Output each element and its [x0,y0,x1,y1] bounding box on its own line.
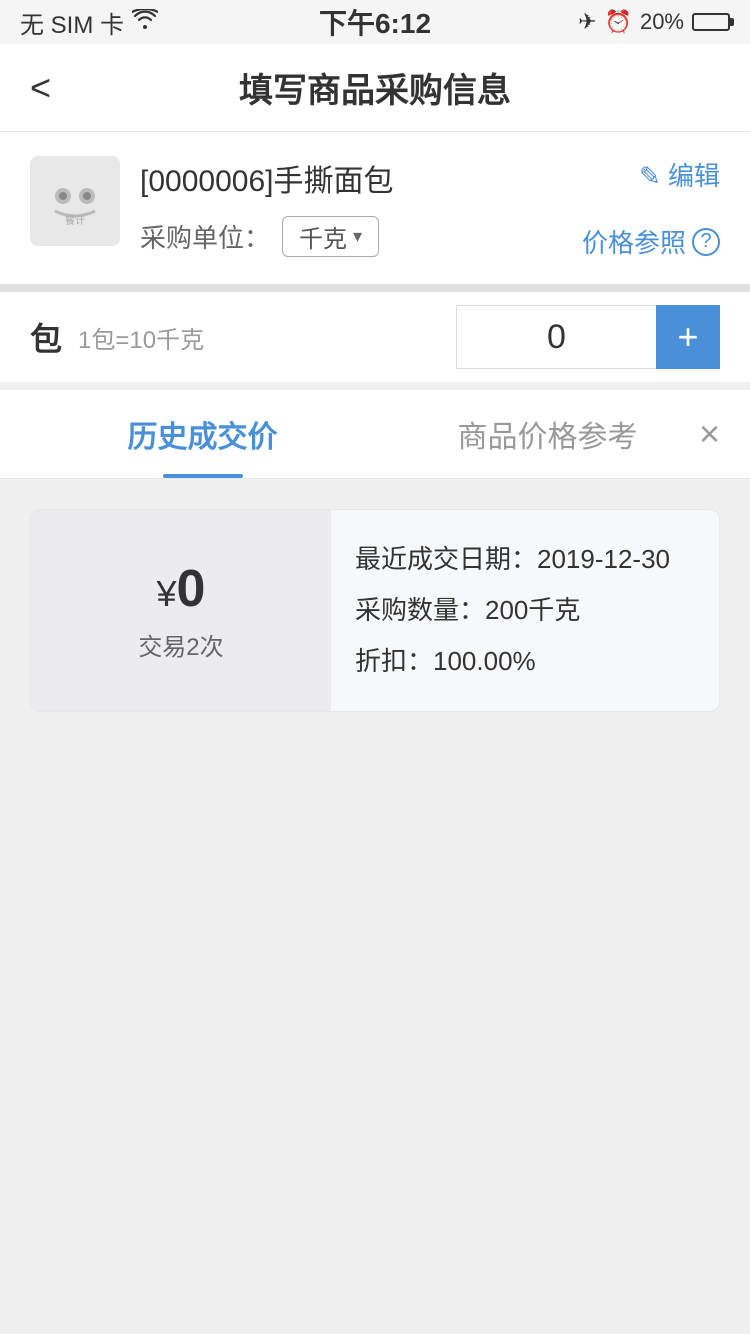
trade-date-value: 2019-12-30 [537,544,670,574]
svg-text:餐计: 餐计 [65,214,85,226]
unit-select[interactable]: 千克 ▾ [282,216,379,257]
product-left: 餐计 [0000006]手撕面包 采购单位： 千克 ▾ [30,156,393,257]
discount-label: 折扣： [355,646,433,676]
purchase-quantity-label: 采购数量： [355,595,485,625]
quantity-row: 包 1包=10千克 + [0,292,750,382]
tabs-section: 历史成交价 商品价格参考 × [0,390,750,479]
product-name: [0000006]手撕面包 [140,156,393,200]
product-header: 餐计 [0000006]手撕面包 采购单位： 千克 ▾ ✎ 编辑 [30,156,720,260]
history-details-section: 最近成交日期：2019-12-30 采购数量：200千克 折扣：100.00% [331,510,719,711]
purchase-quantity-value: 200千克 [485,595,580,625]
purchase-unit-label: 采购单位： [140,218,270,255]
carrier-text: 无 SIM 卡 [20,5,124,40]
trade-date-label: 最近成交日期： [355,544,537,574]
discount-value: 100.00% [433,646,536,676]
main-content: 历史成交价 商品价格参考 × ¥0 交易2次 最近成交日期：2019-12-30… [0,390,750,1190]
product-info: [0000006]手撕面包 采购单位： 千克 ▾ [140,156,393,257]
quantity-unit-label: 包 [30,314,62,360]
product-unit-row: 采购单位： 千克 ▾ [140,216,393,257]
history-card: ¥0 交易2次 最近成交日期：2019-12-30 采购数量：200千克 折扣：… [30,509,720,712]
price-reference-button[interactable]: 价格参照 ? [582,223,720,260]
quantity-controls: + [456,305,720,369]
tab-close-button[interactable]: × [699,413,720,455]
discount-row: 折扣：100.00% [355,642,695,681]
edit-icon: ✎ [639,161,661,191]
product-thumbnail: 餐计 [30,156,120,246]
product-card: 餐计 [0000006]手撕面包 采购单位： 千克 ▾ ✎ 编辑 [0,132,750,284]
help-icon: ? [692,228,720,256]
wifi-icon [132,8,158,36]
page-title: 填写商品采购信息 [239,63,511,112]
section-divider [0,284,750,292]
status-time: 下午6:12 [319,2,431,42]
battery-icon [692,13,730,31]
quantity-input[interactable] [456,305,656,369]
status-left: 无 SIM 卡 [20,5,158,40]
status-bar: 无 SIM 卡 下午6:12 ✈ ⏰ 20% [0,0,750,44]
tab-price-reference[interactable]: 商品价格参考 [375,390,720,478]
tab-history-price[interactable]: 历史成交价 [30,390,375,478]
location-icon: ✈ [578,9,596,35]
tab-active-indicator [163,474,243,478]
status-right: ✈ ⏰ 20% [578,9,730,35]
quantity-plus-button[interactable]: + [656,305,720,369]
trade-count: 交易2次 [138,627,223,662]
dropdown-arrow: ▾ [353,226,362,247]
history-price-section: ¥0 交易2次 [31,510,331,711]
alarm-icon: ⏰ [605,9,632,35]
quantity-left: 包 1包=10千克 [30,314,204,360]
tabs-row: 历史成交价 商品价格参考 × [0,390,750,478]
purchase-quantity-row: 采购数量：200千克 [355,591,695,630]
back-button[interactable]: < [30,67,51,109]
trade-date-row: 最近成交日期：2019-12-30 [355,540,695,579]
product-actions: ✎ 编辑 价格参照 ? [582,156,720,260]
unit-value: 千克 [299,219,347,254]
edit-button[interactable]: ✎ 编辑 [639,156,720,193]
history-price-value: ¥0 [157,559,206,619]
battery-percent: 20% [640,9,684,35]
nav-bar: < 填写商品采购信息 [0,44,750,132]
quantity-conversion: 1包=10千克 [78,320,204,355]
